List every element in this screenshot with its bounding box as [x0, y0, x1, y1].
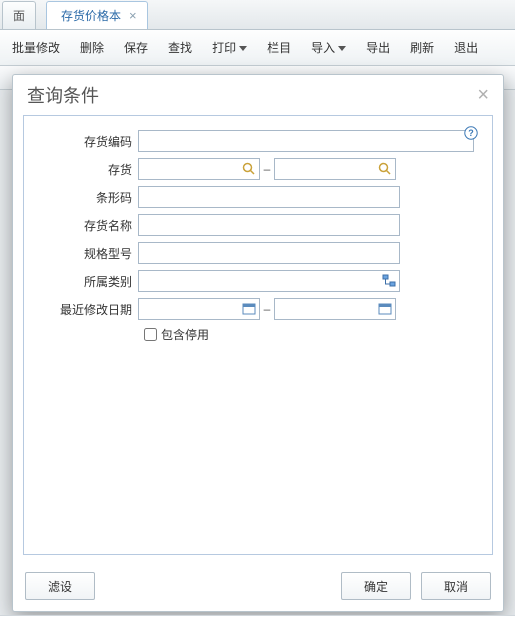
cancel-button[interactable]: 取消 — [421, 572, 491, 600]
calendar-icon[interactable] — [241, 301, 257, 317]
dialog-footer: 滤设 确定 取消 — [13, 565, 503, 611]
batch-edit-button[interactable]: 批量修改 — [2, 31, 70, 65]
label-spec: 规格型号 — [42, 245, 138, 262]
lookup-icon[interactable] — [241, 161, 257, 177]
code-input[interactable] — [138, 130, 474, 152]
tree-lookup-icon[interactable] — [381, 273, 397, 289]
import-button[interactable]: 导入 — [301, 31, 356, 65]
dialog-body: ? 存货编码 存货 – 条形码 — [23, 115, 493, 555]
label-inventory: 存货 — [42, 161, 138, 178]
filter-button[interactable]: 滤设 — [25, 572, 95, 600]
svg-text:?: ? — [468, 128, 474, 138]
query-dialog: 查询条件 × ? 存货编码 存货 – — [12, 74, 504, 612]
page-bottom-fragment — [0, 615, 515, 633]
name-input[interactable] — [138, 214, 400, 236]
tab-partial[interactable]: 面 — [2, 1, 36, 29]
range-separator: – — [260, 162, 274, 176]
print-button[interactable]: 打印 — [202, 31, 257, 65]
delete-button[interactable]: 删除 — [70, 31, 114, 65]
label-barcode: 条形码 — [42, 189, 138, 206]
ok-button[interactable]: 确定 — [341, 572, 411, 600]
include-disabled-checkbox[interactable] — [144, 328, 157, 341]
help-icon[interactable]: ? — [464, 126, 478, 140]
label-name: 存货名称 — [42, 217, 138, 234]
tab-active-label: 存货价格本 — [61, 2, 121, 30]
exit-button[interactable]: 退出 — [444, 31, 488, 65]
label-category: 所属类别 — [42, 273, 138, 290]
label-code: 存货编码 — [42, 133, 138, 150]
dialog-title: 查询条件 — [27, 82, 99, 108]
lookup-icon[interactable] — [377, 161, 393, 177]
export-button[interactable]: 导出 — [356, 31, 400, 65]
toolbar: 批量修改 删除 保存 查找 打印 栏目 导入 导出 刷新 退出 — [0, 30, 515, 66]
caret-down-icon — [239, 46, 247, 51]
category-input[interactable] — [138, 270, 400, 292]
save-button[interactable]: 保存 — [114, 31, 158, 65]
calendar-icon[interactable] — [377, 301, 393, 317]
caret-down-icon — [338, 46, 346, 51]
dialog-titlebar: 查询条件 × — [13, 75, 503, 115]
barcode-input[interactable] — [138, 186, 400, 208]
close-icon[interactable]: × — [477, 84, 489, 107]
label-moddate: 最近修改日期 — [42, 301, 138, 318]
refresh-button[interactable]: 刷新 — [400, 31, 444, 65]
columns-button[interactable]: 栏目 — [257, 31, 301, 65]
tab-active[interactable]: 存货价格本 × — [46, 1, 148, 29]
tab-bar: 面 存货价格本 × — [0, 0, 515, 30]
tab-close-icon[interactable]: × — [129, 2, 137, 30]
range-separator: – — [260, 302, 274, 316]
include-disabled-label: 包含停用 — [161, 326, 209, 343]
find-button[interactable]: 查找 — [158, 31, 202, 65]
spec-input[interactable] — [138, 242, 400, 264]
